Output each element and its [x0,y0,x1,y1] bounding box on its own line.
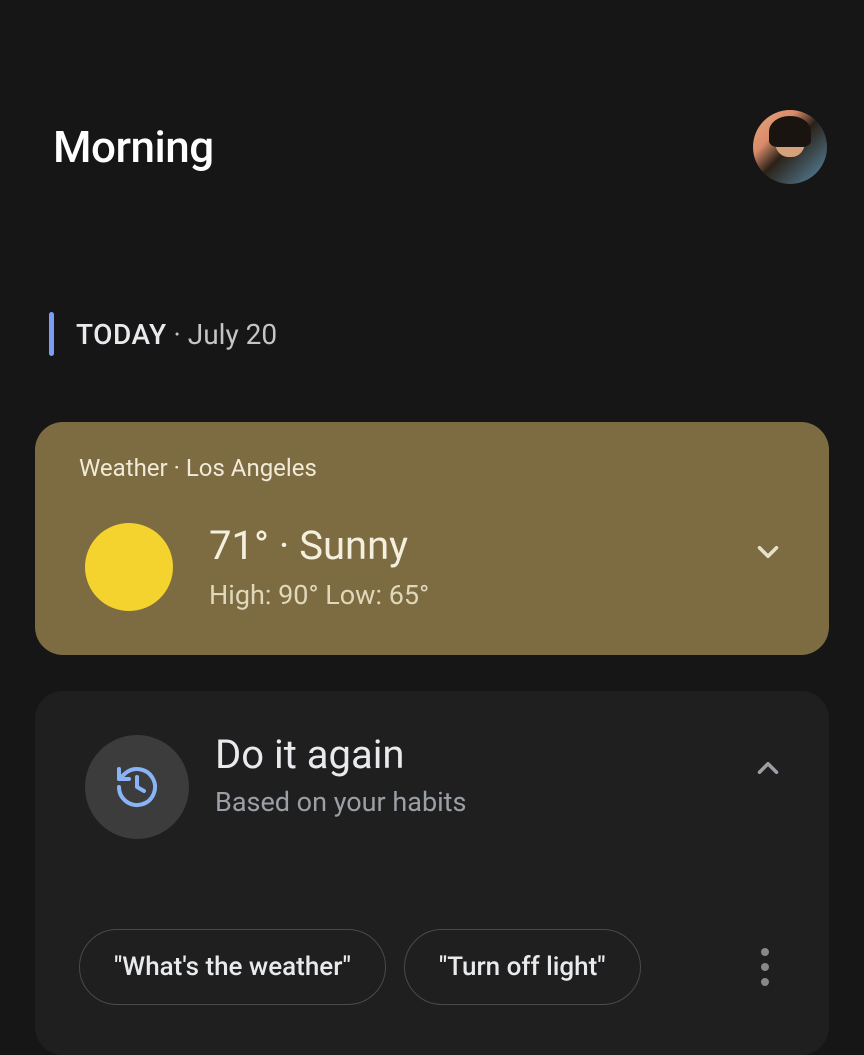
habits-card: Do it again Based on your habits "What's… [35,691,829,1055]
weather-separator: · [269,522,299,569]
suggestion-chip-light[interactable]: "Turn off light" [404,929,641,1005]
weather-header-separator: · [168,454,186,482]
weather-sub: High: 90° Low: 65° [209,579,429,611]
weather-high-label: High: [209,579,278,611]
date-marker [49,312,54,356]
more-icon[interactable] [753,940,777,994]
avatar[interactable] [753,110,827,184]
chevron-down-icon[interactable] [751,535,785,573]
date-value: July 20 [188,318,277,351]
chevron-up-icon[interactable] [751,751,785,789]
weather-main: 71° · Sunny [209,522,429,569]
habits-subtitle: Based on your habits [215,786,466,818]
habits-title: Do it again [215,731,466,778]
history-icon [85,735,189,839]
weather-location: Los Angeles [186,454,317,482]
weather-low-label: Low: [319,579,389,611]
date-separator: · [167,318,188,351]
date-section: TODAY · July 20 [35,312,829,356]
weather-low: 65° [389,579,429,611]
suggestion-chip-weather[interactable]: "What's the weather" [79,929,386,1005]
greeting-title: Morning [53,121,214,173]
date-label: TODAY [76,318,167,351]
weather-condition: Sunny [299,522,408,569]
weather-label: Weather [79,454,168,482]
weather-high: 90° [278,579,318,611]
weather-card[interactable]: Weather · Los Angeles 71° · Sunny High: … [35,422,829,655]
weather-card-header: Weather · Los Angeles [79,454,785,482]
sun-icon [85,523,173,611]
weather-temp: 71° [209,522,269,569]
